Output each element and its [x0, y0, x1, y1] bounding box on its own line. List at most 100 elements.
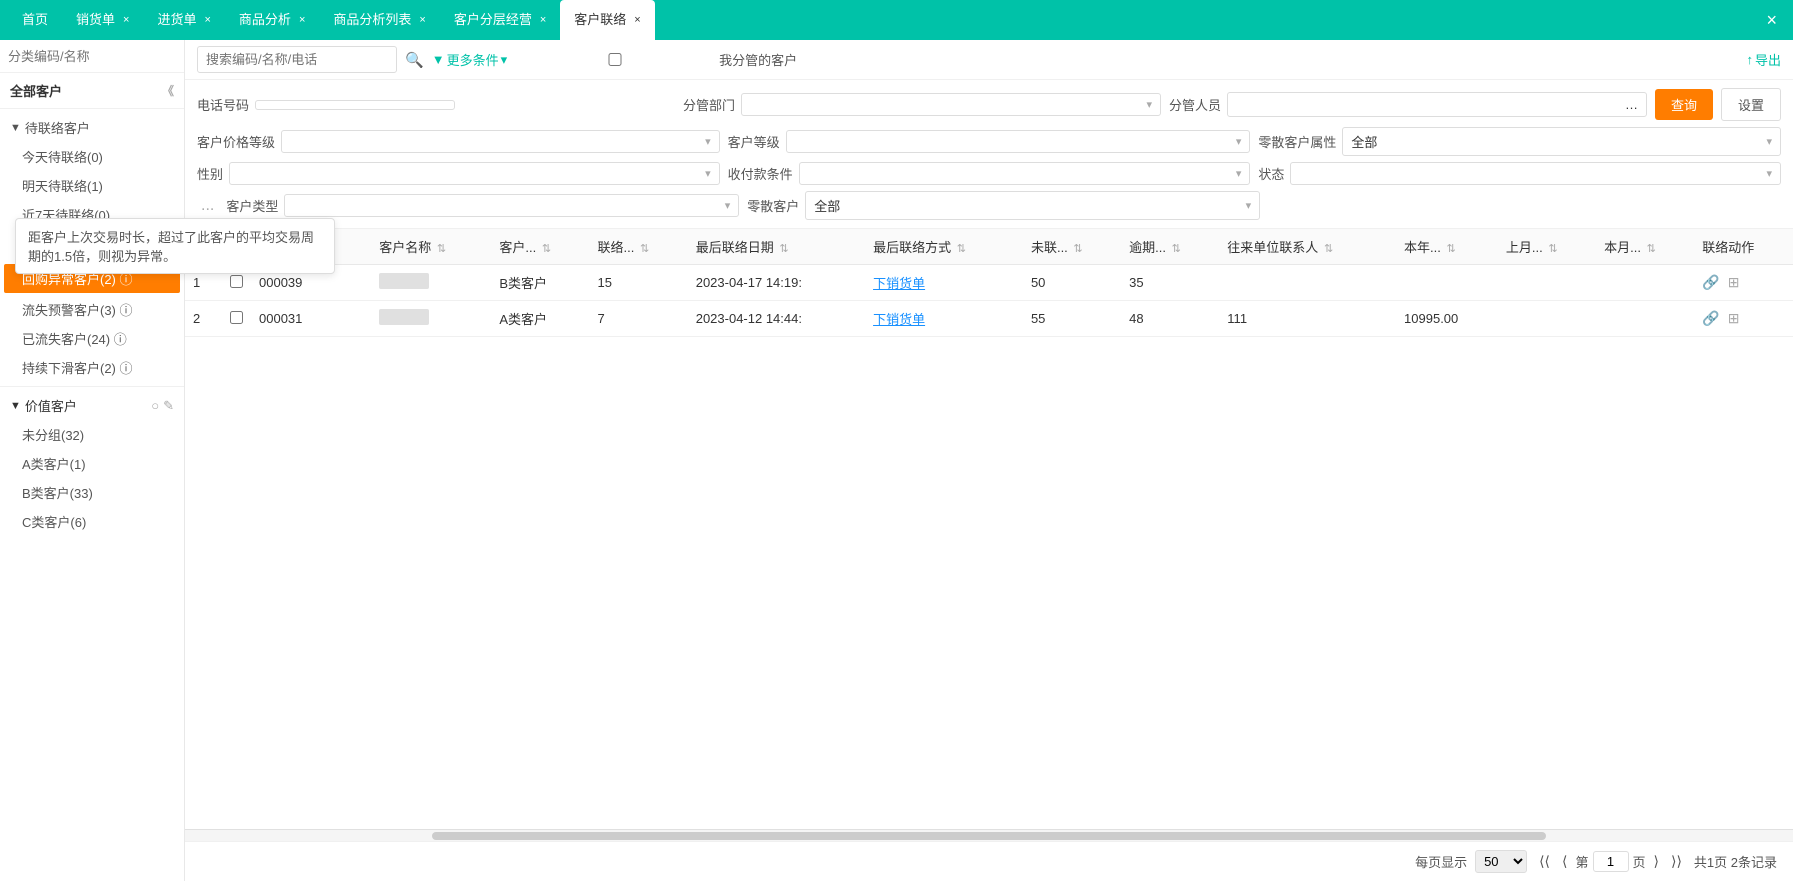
sidebar-group-pending-title[interactable]: ▼ 待联络客户: [0, 113, 184, 142]
sidebar-all-customers-label: 全部客户: [10, 81, 62, 100]
payment-label: 收付款条件: [728, 164, 793, 183]
td-action-1: 🔗 ⊞: [1694, 265, 1793, 301]
nav-sales-order[interactable]: 销货单 ×: [62, 0, 143, 40]
method-sort-icon[interactable]: ⇅: [957, 243, 966, 255]
search-input[interactable]: [197, 46, 397, 73]
row1-checkbox[interactable]: [230, 275, 243, 288]
contacts-sort-icon[interactable]: ⇅: [640, 243, 649, 255]
nav-product-analysis-list-close[interactable]: ×: [419, 0, 425, 40]
overdue-sort-icon[interactable]: ⇅: [1172, 243, 1181, 255]
grid-icon-2[interactable]: ⊞: [1728, 310, 1740, 327]
value-group-circle-icon[interactable]: ○: [151, 398, 159, 414]
nav-sales-order-close[interactable]: ×: [123, 0, 129, 40]
first-page-button[interactable]: ⟨⟨: [1535, 851, 1554, 872]
sidebar-all-customers-header: 全部客户 《: [0, 73, 184, 109]
prev-page-button[interactable]: ⟨: [1558, 851, 1571, 872]
nav-customer-contact-close[interactable]: ×: [634, 0, 640, 40]
dept-arrow: ▾: [1146, 98, 1152, 111]
status-input[interactable]: ▾: [1290, 162, 1781, 185]
nav-product-analysis-list[interactable]: 商品分析列表 ×: [319, 0, 439, 40]
payment-input[interactable]: ▾: [799, 162, 1251, 185]
last-month-sort-icon[interactable]: ⇅: [1548, 243, 1557, 255]
retail-attr-label: 零散客户属性: [1258, 132, 1336, 151]
export-button[interactable]: ↑ 导出: [1746, 50, 1781, 69]
my-customers-checkbox[interactable]: [515, 53, 715, 66]
my-customers-label: 我分管的客户: [719, 50, 797, 69]
person-input[interactable]: …: [1227, 92, 1647, 117]
td-last-date-1: 2023-04-17 14:19:: [688, 265, 865, 301]
method-link-2[interactable]: 下销货单: [873, 312, 925, 327]
global-close-button[interactable]: ×: [1758, 10, 1785, 31]
query-button[interactable]: 查询: [1655, 89, 1713, 120]
gender-input[interactable]: ▾: [229, 162, 720, 185]
nav-product-analysis-close[interactable]: ×: [299, 0, 305, 40]
dept-input[interactable]: ▾: [741, 93, 1161, 116]
sidebar-item-class-a[interactable]: A类客户(1): [0, 449, 184, 478]
filter-area: 电话号码 分管部门 ▾ 分管人员 … 查询: [185, 80, 1793, 229]
filter-payment-cell: 收付款条件 ▾: [728, 162, 1251, 185]
method-link-1[interactable]: 下销货单: [873, 276, 925, 291]
sidebar-item-today[interactable]: 今天待联络(0): [0, 142, 184, 171]
search-button[interactable]: 🔍: [405, 51, 424, 69]
row2-checkbox[interactable]: [230, 311, 243, 324]
td-this-month-2: [1596, 301, 1694, 337]
last-page-button[interactable]: ⟩⟩: [1667, 851, 1686, 872]
th-action: 联络动作: [1694, 229, 1793, 265]
th-this-month: 本月... ⇅: [1596, 229, 1694, 265]
nav-customer-tier[interactable]: 客户分层经营 ×: [440, 0, 560, 40]
retail-attr-input[interactable]: 全部 ▾: [1342, 127, 1781, 156]
td-this-year-1: [1396, 265, 1498, 301]
grid-icon-1[interactable]: ⊞: [1728, 274, 1740, 291]
retail-customer-input[interactable]: 全部 ▾: [805, 191, 1260, 220]
td-overdue-2: 48: [1121, 301, 1219, 337]
phone-input[interactable]: [255, 100, 455, 110]
td-type-1: B类客户: [491, 265, 589, 301]
sidebar-item-lost-customers[interactable]: 已流失客户(24) ⓘ: [0, 324, 184, 353]
customer-type-arrow: ▾: [725, 199, 731, 212]
unread-sort-icon[interactable]: ⇅: [1073, 243, 1082, 255]
sidebar-item-unclassified[interactable]: 未分组(32): [0, 420, 184, 449]
this-month-sort-icon[interactable]: ⇅: [1647, 243, 1656, 255]
sidebar-item-tomorrow[interactable]: 明天待联络(1): [0, 171, 184, 200]
nav-product-analysis[interactable]: 商品分析 ×: [225, 0, 319, 40]
more-conditions-button[interactable]: ▼ 更多条件 ▾: [432, 50, 507, 69]
page-input[interactable]: [1593, 851, 1629, 872]
nav-purchase-order[interactable]: 进货单 ×: [143, 0, 224, 40]
sidebar-item-declining[interactable]: 持续下滑客户(2) ⓘ: [0, 353, 184, 382]
sidebar-value-customers-title[interactable]: ▼ 价值客户 ○ ✎: [0, 391, 184, 420]
price-level-input[interactable]: ▾: [281, 130, 720, 153]
scrollbar-thumb[interactable]: [432, 832, 1546, 840]
sidebar-item-class-c[interactable]: C类客户(6): [0, 507, 184, 536]
customer-level-input[interactable]: ▾: [786, 130, 1251, 153]
td-type-2: A类客户: [491, 301, 589, 337]
name-sort-icon[interactable]: ⇅: [437, 243, 446, 255]
nav-home[interactable]: 首页: [8, 0, 62, 40]
this-year-sort-icon[interactable]: ⇅: [1447, 243, 1456, 255]
value-group-edit-icon[interactable]: ✎: [163, 398, 174, 414]
type-sort-icon[interactable]: ⇅: [542, 243, 551, 255]
nav-customer-contact[interactable]: 客户联络 ×: [560, 0, 654, 40]
customer-type-label: 客户类型: [226, 196, 278, 215]
nav-purchase-order-close[interactable]: ×: [204, 0, 210, 40]
gender-arrow: ▾: [705, 167, 711, 180]
sidebar-search-input[interactable]: [8, 49, 184, 64]
link-icon-1[interactable]: 🔗: [1702, 274, 1719, 291]
sidebar-item-loss-warning[interactable]: 流失预警客户(3) ⓘ: [0, 295, 184, 324]
date-sort-icon[interactable]: ⇅: [779, 243, 788, 255]
horizontal-scrollbar[interactable]: [185, 829, 1793, 841]
filter-more-button[interactable]: ...: [197, 197, 218, 215]
next-page-button[interactable]: ⟩: [1650, 851, 1663, 872]
sidebar-divider: [0, 386, 184, 387]
nav-customer-tier-close[interactable]: ×: [540, 0, 546, 40]
setting-button[interactable]: 设置: [1721, 88, 1781, 121]
link-icon-2[interactable]: 🔗: [1702, 310, 1719, 327]
unit-sort-icon[interactable]: ⇅: [1324, 243, 1333, 255]
my-customers-checkbox-label[interactable]: 我分管的客户: [515, 50, 797, 69]
sidebar-item-class-b[interactable]: B类客户(33): [0, 478, 184, 507]
per-page-select[interactable]: 50 10 20 100: [1475, 850, 1527, 873]
gender-label: 性别: [197, 164, 223, 183]
pending-group-arrow: ▼: [10, 122, 21, 134]
sidebar-fold-icon[interactable]: 《: [162, 82, 174, 99]
th-unit-contacts: 往来单位联系人 ⇅: [1219, 229, 1396, 265]
customer-type-input[interactable]: ▾: [284, 194, 739, 217]
